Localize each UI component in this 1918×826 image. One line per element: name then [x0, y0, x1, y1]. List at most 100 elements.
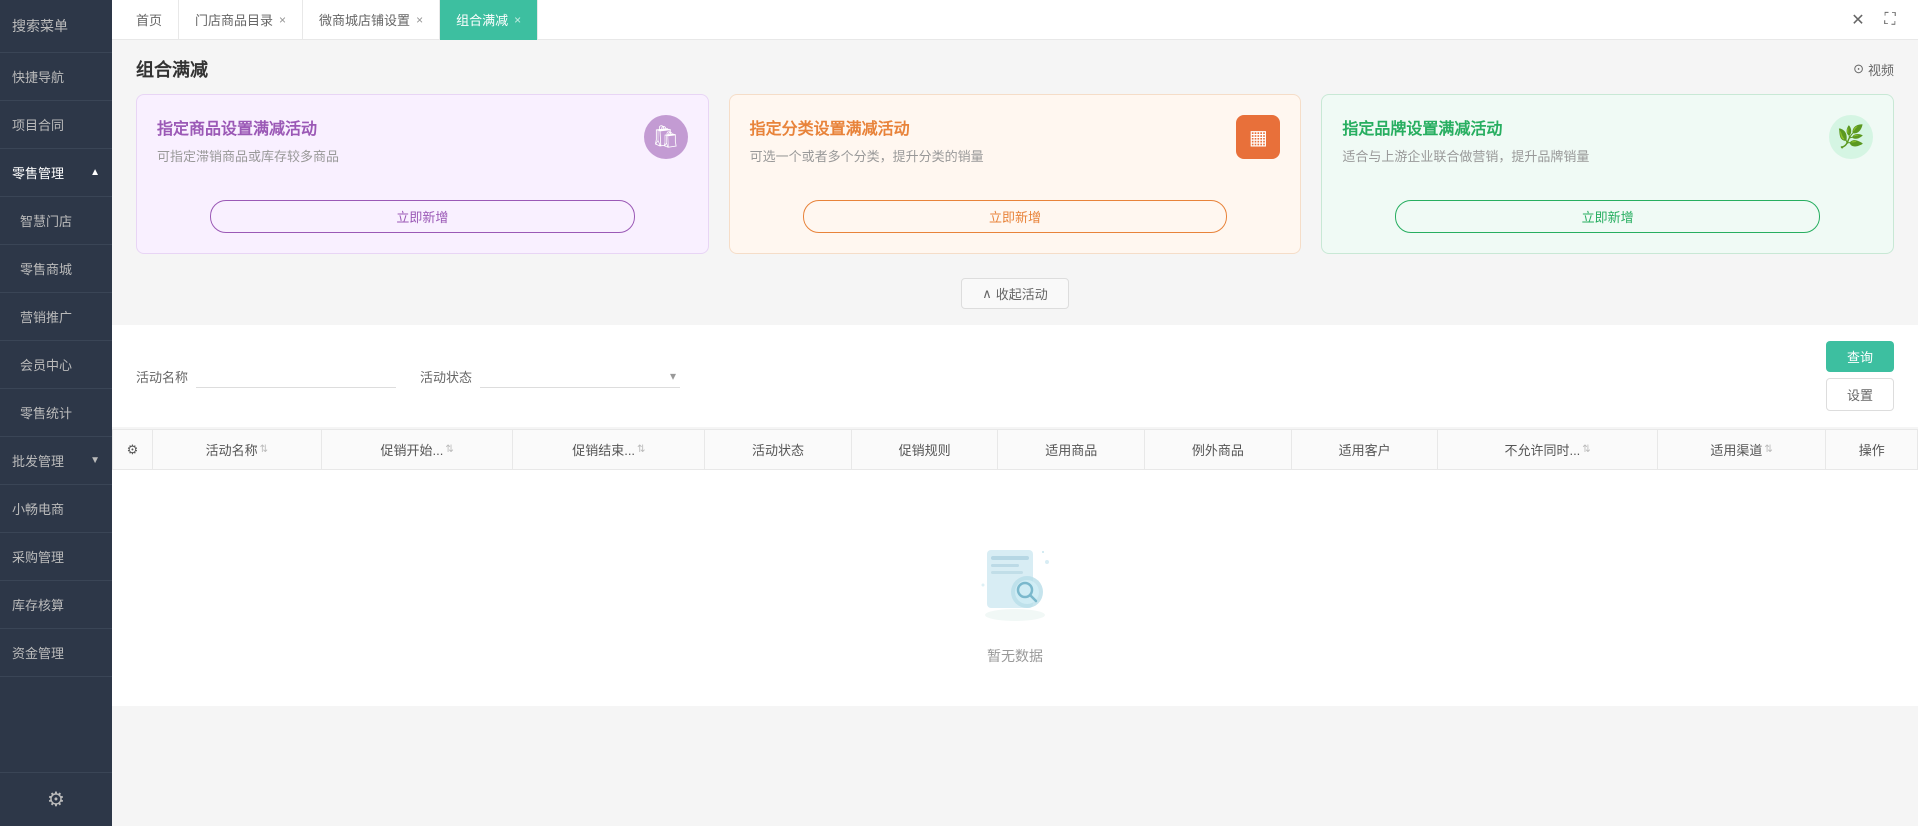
category-card-add-button[interactable]: 立即新增 — [803, 200, 1228, 233]
sidebar-item-label: 资金管理 — [12, 643, 64, 662]
tab-combo-discount[interactable]: 组合满减 × — [440, 0, 538, 40]
sidebar-item-marketing[interactable]: 营销推广 — [0, 293, 112, 341]
gear-icon: ⚙ — [47, 787, 65, 812]
sort-no-concurrent[interactable]: 不允许同时... ⇅ — [1446, 440, 1648, 459]
table-col-gear: ⚙ — [113, 430, 153, 470]
empty-text: 暂无数据 — [987, 646, 1043, 666]
sidebar-item-label: 营销推广 — [20, 307, 72, 326]
sort-promo-end[interactable]: 促销结束... ⇅ — [521, 440, 696, 459]
sort-promo-start[interactable]: 促销开始... ⇅ — [330, 440, 505, 459]
sidebar-item-quick-nav[interactable]: 快捷导航 — [0, 53, 112, 101]
brand-card-icon: 🌿 — [1829, 115, 1873, 159]
table-col-exceptional-goods: 例外商品 — [1145, 430, 1292, 470]
sidebar-item-smart-store[interactable]: 智慧门店 — [0, 197, 112, 245]
table-col-applicable-customer: 适用客户 — [1291, 430, 1438, 470]
tab-wechat-store-close[interactable]: × — [416, 13, 423, 27]
tab-wechat-store[interactable]: 微商城店铺设置 × — [303, 0, 440, 40]
sidebar-item-label: 零售统计 — [20, 403, 72, 422]
chevron-down-icon: ▼ — [90, 455, 100, 466]
sidebar-item-retail-mall[interactable]: 零售商城 — [0, 245, 112, 293]
table-col-applicable-channel: 适用渠道 ⇅ — [1657, 430, 1826, 470]
table-empty-row: 暂无数据 — [113, 470, 1918, 707]
filter-section: 活动名称 活动状态 进行中 未开始 已结束 ▾ 查询 设置 — [112, 325, 1918, 427]
sidebar-item-finance[interactable]: 资金管理 — [0, 629, 112, 677]
category-card-desc: 可选一个或者多个分类，提升分类的销量 — [750, 147, 1281, 184]
tab-wechat-store-label: 微商城店铺设置 — [319, 10, 410, 29]
activity-card-product: 🛍 指定商品设置满减活动 可指定滞销商品或库存较多商品 立即新增 — [136, 94, 709, 254]
sidebar-item-label: 小畅电商 — [12, 499, 64, 518]
close-window-button[interactable]: ✕ — [1846, 8, 1870, 32]
query-button[interactable]: 查询 — [1826, 341, 1894, 372]
product-card-add-button[interactable]: 立即新增 — [210, 200, 635, 233]
sidebar-item-wholesale[interactable]: 批发管理 ▼ — [0, 437, 112, 485]
table-col-activity-name: 活动名称 ⇅ — [153, 430, 322, 470]
table-col-activity-status: 活动状态 — [705, 430, 852, 470]
tab-product-catalog-close[interactable]: × — [279, 13, 286, 27]
tab-product-catalog[interactable]: 门店商品目录 × — [179, 0, 303, 40]
table-head: ⚙ 活动名称 ⇅ 促销开始... ⇅ — [113, 430, 1918, 470]
brand-card-add-button[interactable]: 立即新增 — [1395, 200, 1820, 233]
sidebar-item-label: 智慧门店 — [20, 211, 72, 230]
sidebar-search[interactable]: 搜索菜单 — [0, 0, 112, 53]
activity-status-filter: 活动状态 进行中 未开始 已结束 ▾ — [420, 364, 680, 388]
empty-state-icon — [965, 530, 1065, 630]
activity-status-label: 活动状态 — [420, 367, 472, 386]
sidebar-item-label: 会员中心 — [20, 355, 72, 374]
sort-icon: ⇅ — [1582, 444, 1590, 455]
sidebar-item-project-contract[interactable]: 项目合同 — [0, 101, 112, 149]
tab-combo-discount-label: 组合满减 — [456, 10, 508, 29]
sidebar-item-retail-stats[interactable]: 零售统计 — [0, 389, 112, 437]
video-label: 视频 — [1868, 60, 1894, 79]
sidebar-item-purchase[interactable]: 采购管理 — [0, 533, 112, 581]
collapse-icon: ∧ — [982, 286, 992, 302]
settings-button[interactable]: 设置 — [1826, 378, 1894, 411]
sidebar-item-label: 快捷导航 — [12, 67, 64, 86]
tab-home-label: 首页 — [136, 10, 162, 29]
activity-name-label: 活动名称 — [136, 367, 188, 386]
page-header: 组合满减 ⊙ 视频 — [112, 40, 1918, 94]
play-circle-icon: ⊙ — [1853, 61, 1864, 77]
sidebar-item-xiaochangec[interactable]: 小畅电商 — [0, 485, 112, 533]
activity-status-select-wrapper: 进行中 未开始 已结束 ▾ — [480, 364, 680, 388]
category-card-icon: ▦ — [1236, 115, 1280, 159]
sidebar-item-member-center[interactable]: 会员中心 — [0, 341, 112, 389]
sort-applicable-channel[interactable]: 适用渠道 ⇅ — [1666, 440, 1818, 459]
table-col-no-concurrent: 不允许同时... ⇅ — [1438, 430, 1657, 470]
tab-combo-discount-close[interactable]: × — [514, 13, 521, 27]
sort-icon: ⇅ — [260, 444, 268, 455]
table-col-promo-end: 促销结束... ⇅ — [513, 430, 705, 470]
brand-card-title: 指定品牌设置满减活动 — [1342, 115, 1873, 139]
activity-status-select[interactable]: 进行中 未开始 已结束 — [480, 364, 680, 388]
sidebar-item-label: 采购管理 — [12, 547, 64, 566]
collapse-bar: ∧ 收起活动 — [112, 270, 1918, 325]
tab-bar: 首页 门店商品目录 × 微商城店铺设置 × 组合满减 × ✕ ⛶ — [112, 0, 1918, 40]
video-link[interactable]: ⊙ 视频 — [1853, 60, 1894, 79]
collapse-activity-button[interactable]: ∧ 收起活动 — [961, 278, 1069, 309]
sidebar-item-retail-management[interactable]: 零售管理 ▲ — [0, 149, 112, 197]
sidebar-item-label: 库存核算 — [12, 595, 64, 614]
product-card-icon: 🛍 — [644, 115, 688, 159]
sidebar-item-inventory[interactable]: 库存核算 — [0, 581, 112, 629]
table-header-row: ⚙ 活动名称 ⇅ 促销开始... ⇅ — [113, 430, 1918, 470]
activity-name-input[interactable] — [196, 364, 396, 388]
table-settings-icon[interactable]: ⚙ — [127, 442, 139, 457]
activity-name-filter: 活动名称 — [136, 364, 396, 388]
sidebar-item-label: 项目合同 — [12, 115, 64, 134]
sort-activity-name[interactable]: 活动名称 ⇅ — [161, 440, 313, 459]
table-col-promo-rule: 促销规则 — [851, 430, 998, 470]
table-section: ⚙ 活动名称 ⇅ 促销开始... ⇅ — [112, 429, 1918, 706]
activity-cards: 🛍 指定商品设置满减活动 可指定滞销商品或库存较多商品 立即新增 ▦ 指定分类设… — [112, 94, 1918, 270]
table-col-operation: 操作 — [1826, 430, 1918, 470]
page-content: 组合满减 ⊙ 视频 🛍 指定商品设置满减活动 可指定滞销商品或库存较多商品 立即… — [112, 40, 1918, 826]
tab-home[interactable]: 首页 — [120, 0, 179, 40]
sidebar-item-label: 零售商城 — [20, 259, 72, 278]
collapse-label: 收起活动 — [996, 284, 1048, 303]
sidebar-settings[interactable]: ⚙ — [0, 772, 112, 826]
sidebar: 搜索菜单 快捷导航 项目合同 零售管理 ▲ 智慧门店 零售商城 营销推广 会员中… — [0, 0, 112, 826]
sort-icon: ⇅ — [1764, 444, 1772, 455]
empty-state: 暂无数据 — [113, 470, 1918, 706]
activity-card-category: ▦ 指定分类设置满减活动 可选一个或者多个分类，提升分类的销量 立即新增 — [729, 94, 1302, 254]
sidebar-item-label: 批发管理 — [12, 451, 64, 470]
expand-window-button[interactable]: ⛶ — [1878, 8, 1902, 32]
data-table: ⚙ 活动名称 ⇅ 促销开始... ⇅ — [112, 429, 1918, 706]
